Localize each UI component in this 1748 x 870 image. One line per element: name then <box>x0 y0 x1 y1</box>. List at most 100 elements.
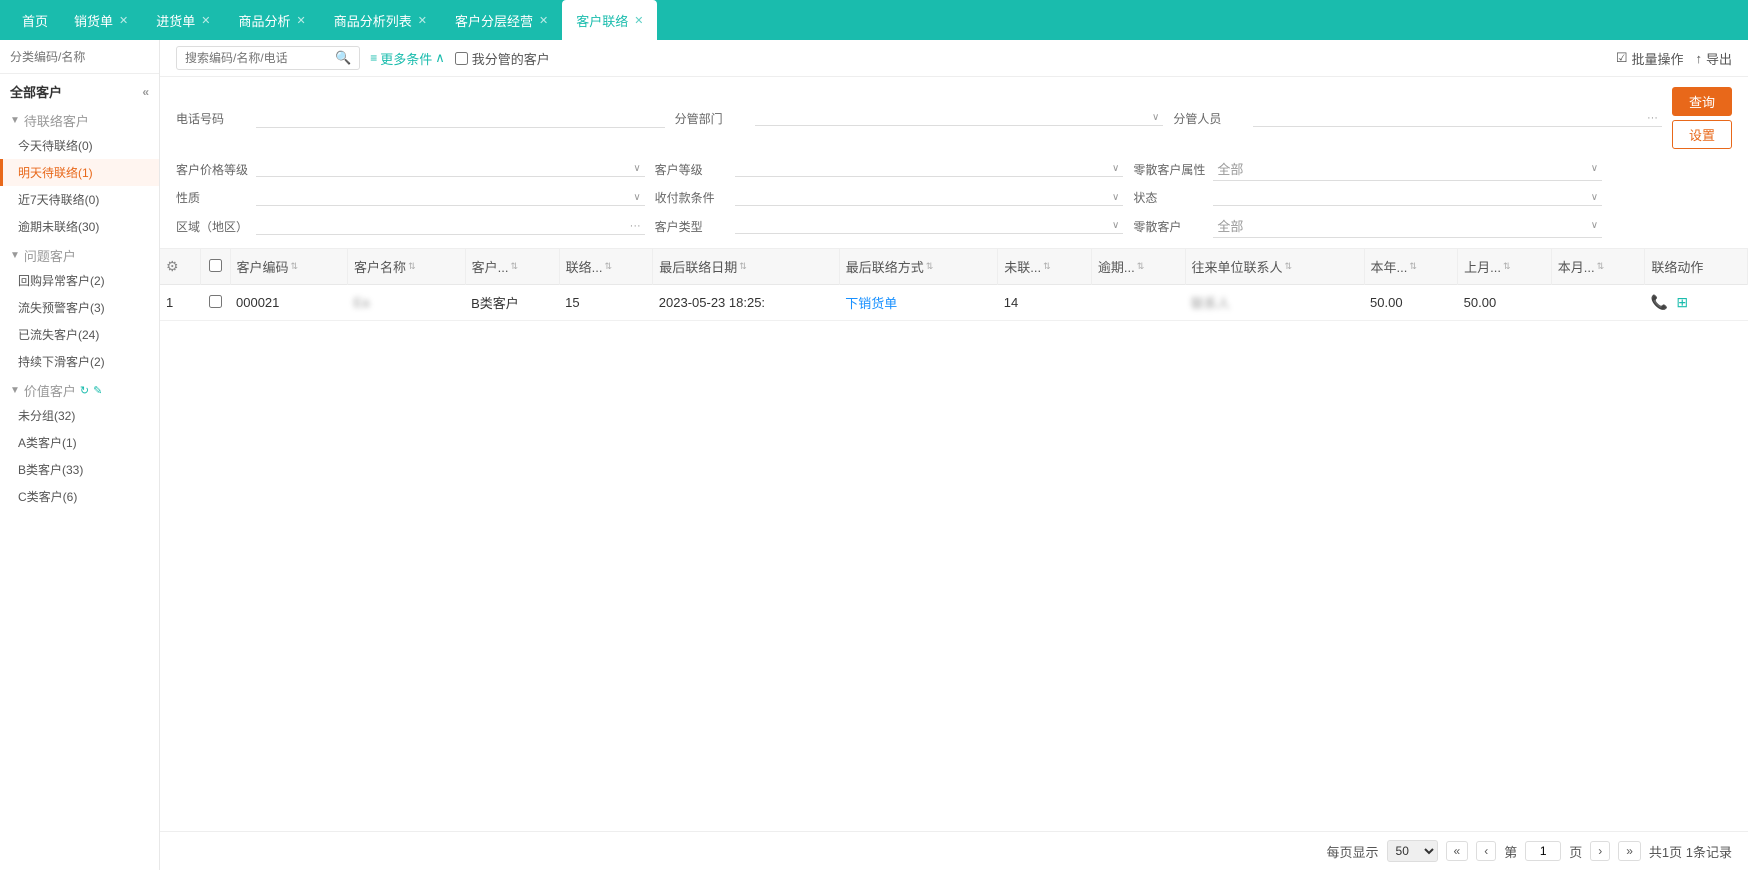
row-overdue <box>1091 285 1185 321</box>
col-last-contact-date[interactable]: 最后联络日期 ⇅ <box>653 249 839 285</box>
grid-icon[interactable]: ⊞ <box>1676 294 1688 311</box>
row-code: 000021 <box>230 285 348 321</box>
sidebar-item-ungrouped[interactable]: 未分组(32) <box>0 402 159 429</box>
nav-tab-sales[interactable]: 销货单 ✕ <box>60 0 142 40</box>
sidebar-item-7days[interactable]: 近7天待联络(0) <box>0 186 159 213</box>
sidebar-group-pending[interactable]: ▼ 待联络客户 <box>0 105 159 132</box>
chevron-down-icon: ∨ <box>1112 163 1119 174</box>
close-icon[interactable]: ✕ <box>539 14 548 27</box>
col-contacts[interactable]: 联络... ⇅ <box>559 249 653 285</box>
batch-op-btn[interactable]: ☑ 批量操作 <box>1616 49 1684 68</box>
col-code[interactable]: 客户编码 ⇅ <box>230 249 348 285</box>
filter-payment-select[interactable]: ∨ <box>735 190 1124 206</box>
col-type[interactable]: 客户... ⇅ <box>465 249 559 285</box>
sidebar-item-tomorrow[interactable]: 明天待联络(1) <box>0 159 159 186</box>
close-icon[interactable]: ✕ <box>418 14 427 27</box>
col-overdue[interactable]: 逾期... ⇅ <box>1091 249 1185 285</box>
last-page-btn[interactable]: » <box>1618 841 1641 861</box>
filter-dept-select[interactable]: ∨ <box>755 110 1164 126</box>
next-page-btn[interactable]: › <box>1590 841 1610 861</box>
nav-tab-customer-layer[interactable]: 客户分层经营 ✕ <box>441 0 562 40</box>
page-number-input[interactable] <box>1525 841 1561 861</box>
filter-retail-attr-select[interactable]: 全部 ∨ <box>1213 157 1602 181</box>
sort-icon: ⇅ <box>1043 261 1051 272</box>
my-customers-checkbox[interactable]: 我分管的客户 <box>455 49 550 68</box>
close-icon[interactable]: ✕ <box>634 14 643 27</box>
sidebar-item-churned[interactable]: 已流失客户(24) <box>0 321 159 348</box>
row-contacts: 15 <box>559 285 653 321</box>
sidebar-group-problem[interactable]: ▼ 问题客户 <box>0 240 159 267</box>
filter-status-select[interactable]: ∨ <box>1213 190 1602 206</box>
filter-person-select[interactable]: ··· <box>1253 110 1662 127</box>
set-button[interactable]: 设置 <box>1672 120 1732 149</box>
sidebar-item-class-c[interactable]: C类客户(6) <box>0 483 159 510</box>
col-this-month[interactable]: 本月... ⇅ <box>1551 249 1645 285</box>
filter-nature-select[interactable]: ∨ <box>256 190 645 206</box>
row-select-checkbox[interactable] <box>209 295 222 308</box>
main-search-input[interactable] <box>185 51 335 65</box>
filter-customer-level: 客户等级 ∨ <box>655 161 1124 178</box>
nav-tab-purchase[interactable]: 进货单 ✕ <box>142 0 224 40</box>
select-all-checkbox[interactable] <box>209 259 222 272</box>
col-last-contact-method[interactable]: 最后联络方式 ⇅ <box>839 249 998 285</box>
filter-customer-type: 客户类型 ∨ <box>655 218 1124 235</box>
close-icon[interactable]: ✕ <box>119 14 128 27</box>
sort-icon: ⇅ <box>926 261 934 272</box>
filter-region-select[interactable]: ··· <box>256 218 645 235</box>
gear-icon[interactable]: ⚙ <box>166 258 179 274</box>
sidebar-item-churn-warning[interactable]: 流失预警客户(3) <box>0 294 159 321</box>
row-last-contact-method[interactable]: 下销货单 <box>839 285 998 321</box>
nav-home[interactable]: 首页 <box>10 11 60 30</box>
col-contact-person[interactable]: 往来单位联系人 ⇅ <box>1185 249 1364 285</box>
nav-tab-customer-contact[interactable]: 客户联络 ✕ <box>562 0 657 40</box>
filter-customer-level-select[interactable]: ∨ <box>735 161 1124 177</box>
filter-retail-customer-select[interactable]: 全部 ∨ <box>1213 214 1602 238</box>
sidebar-all-customers[interactable]: 全部客户 « <box>0 74 159 105</box>
col-last-month[interactable]: 上月... ⇅ <box>1458 249 1552 285</box>
last-contact-link[interactable]: 下销货单 <box>845 296 897 311</box>
filter-price-level-select[interactable]: ∨ <box>256 161 645 177</box>
per-page-select[interactable]: 50 100 200 <box>1387 840 1438 862</box>
sidebar-search-box[interactable]: 🔍 <box>0 40 159 74</box>
filter-phone-input[interactable] <box>256 109 665 128</box>
data-table-area: ⚙ 客户编码 ⇅ 客户名称 <box>160 249 1748 831</box>
row-checkbox[interactable] <box>200 285 230 321</box>
search-box[interactable]: 🔍 <box>176 46 360 70</box>
content-area: 🔍 ≡ 更多条件 ∧ 我分管的客户 ☑ 批量操作 ↑ 导出 <box>160 40 1748 870</box>
prev-page-btn[interactable]: ‹ <box>1476 841 1496 861</box>
sidebar-item-today[interactable]: 今天待联络(0) <box>0 132 159 159</box>
filter-toolbar: 🔍 ≡ 更多条件 ∧ 我分管的客户 ☑ 批量操作 ↑ 导出 <box>160 40 1748 77</box>
nav-tab-product-list[interactable]: 商品分析列表 ✕ <box>320 0 441 40</box>
sidebar-item-overdue[interactable]: 逾期未联络(30) <box>0 213 159 240</box>
my-customers-check[interactable] <box>455 52 468 65</box>
filter-phone-label: 电话号码 <box>176 110 256 127</box>
filter-customer-type-label: 客户类型 <box>655 218 735 235</box>
edit-icon[interactable]: ✎ <box>93 384 102 397</box>
sidebar-search-input[interactable] <box>10 50 160 64</box>
sidebar-group-value[interactable]: ▼ 价值客户 ↻ ✎ <box>0 375 159 402</box>
sort-icon: ⇅ <box>739 261 747 272</box>
first-page-btn[interactable]: « <box>1446 841 1469 861</box>
filter-customer-type-select[interactable]: ∨ <box>735 218 1124 234</box>
close-icon[interactable]: ✕ <box>201 14 210 27</box>
more-conditions-btn[interactable]: ≡ 更多条件 ∧ <box>370 49 445 68</box>
sidebar-item-declining[interactable]: 持续下滑客户(2) <box>0 348 159 375</box>
sidebar-item-class-a[interactable]: A类客户(1) <box>0 429 159 456</box>
close-icon[interactable]: ✕ <box>297 14 306 27</box>
sidebar-item-repurchase[interactable]: 回购异常客户(2) <box>0 267 159 294</box>
col-settings[interactable]: ⚙ <box>160 249 200 285</box>
col-this-year[interactable]: 本年... ⇅ <box>1364 249 1458 285</box>
filter-price-level-label: 客户价格等级 <box>176 161 256 178</box>
phone-icon[interactable]: 📞 <box>1651 294 1668 311</box>
col-unlinkday[interactable]: 未联... ⇅ <box>998 249 1092 285</box>
col-name[interactable]: 客户名称 ⇅ <box>348 249 466 285</box>
refresh-icon[interactable]: ↻ <box>80 384 89 397</box>
search-icon[interactable]: 🔍 <box>335 50 351 66</box>
query-button[interactable]: 查询 <box>1672 87 1732 116</box>
customer-table: ⚙ 客户编码 ⇅ 客户名称 <box>160 249 1748 321</box>
col-checkbox[interactable] <box>200 249 230 285</box>
export-btn[interactable]: ↑ 导出 <box>1695 49 1732 68</box>
nav-tab-product-analysis[interactable]: 商品分析 ✕ <box>224 0 319 40</box>
chevron-down-icon: ∧ <box>435 50 445 66</box>
sidebar-item-class-b[interactable]: B类客户(33) <box>0 456 159 483</box>
